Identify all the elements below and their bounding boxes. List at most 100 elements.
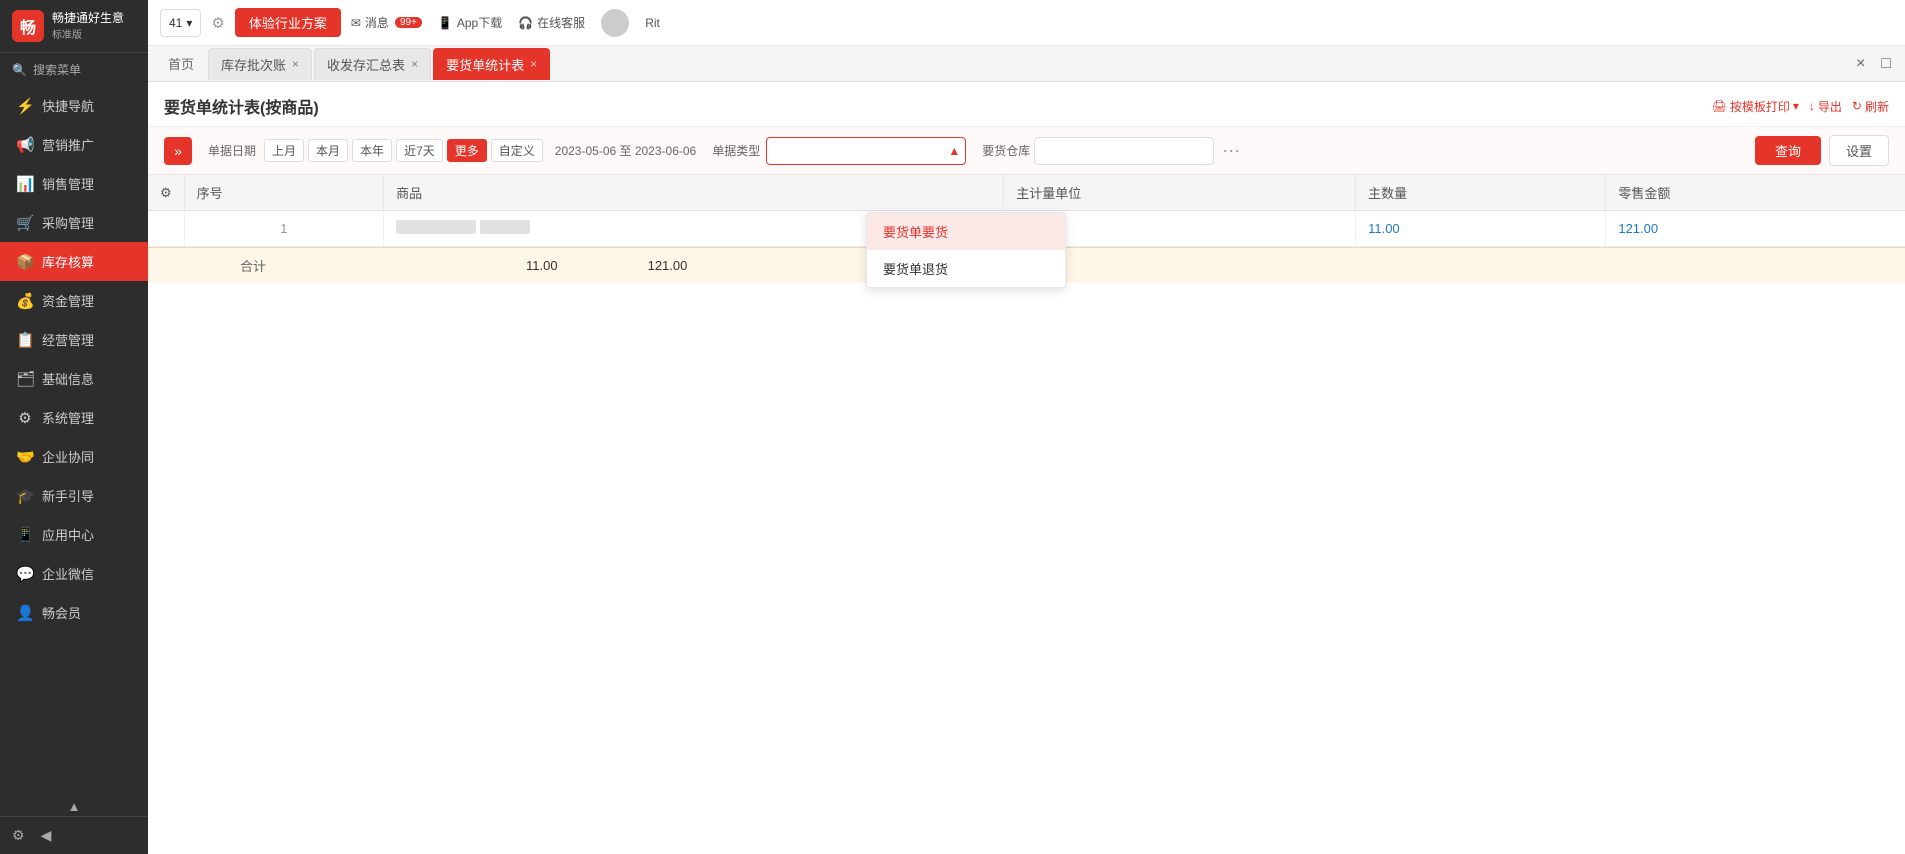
date-btn-3[interactable]: 近7天 — [396, 139, 443, 162]
refresh-icon: ↻ — [1852, 99, 1862, 113]
topbar-gear-icon[interactable]: ⚙ — [211, 14, 224, 32]
settings-button[interactable]: 设置 — [1829, 135, 1889, 166]
export-icon: ↓ — [1809, 99, 1815, 113]
collapse-icon[interactable]: ◀ — [41, 827, 52, 844]
settings-footer-icon[interactable]: ⚙ — [12, 827, 25, 844]
sidebar-item-label: 新手引导 — [42, 486, 94, 505]
type-select-wrap: ▲ — [766, 137, 966, 165]
close-all-tabs-button[interactable]: × — [1850, 53, 1871, 75]
type-select-input[interactable] — [766, 137, 966, 165]
sidebar-item-label: 资金管理 — [42, 291, 94, 310]
topbar: 41 ▾ ⚙ 体验行业方案 ✉ 消息 99+ 📱 App下载 🎧 在线客服 Ri… — [148, 0, 1905, 46]
refresh-button[interactable]: ↻ 刷新 — [1852, 98, 1889, 115]
tab-inventory-batch[interactable]: 库存批次账 × — [208, 48, 312, 80]
sidebar-item-label: 经营管理 — [42, 330, 94, 349]
app-subtitle: 标准版 — [52, 26, 124, 41]
sidebar-item-marketing[interactable]: 📢营销推广 — [0, 125, 148, 164]
dropdown-item-purchase-return[interactable]: 要货单退货 — [867, 250, 1065, 287]
query-button[interactable]: 查询 — [1755, 136, 1821, 165]
date-btn-1[interactable]: 本月 — [308, 139, 348, 162]
sidebar-item-member[interactable]: 👤畅会员 — [0, 593, 148, 632]
tab-receive-summary[interactable]: 收发存汇总表× — [314, 48, 431, 80]
app-download-item[interactable]: 📱 App下载 — [438, 14, 502, 31]
filter-actions: 查询 设置 — [1755, 135, 1889, 166]
sidebar-item-app-center[interactable]: 📱应用中心 — [0, 515, 148, 554]
date-btn-2[interactable]: 本年 — [352, 139, 392, 162]
sidebar-item-enterprise[interactable]: 🤝 企业协同 — [0, 437, 148, 476]
sidebar-item-quick-nav[interactable]: ⚡快捷导航 — [0, 86, 148, 125]
more-filters-icon[interactable]: ··· — [1218, 140, 1244, 161]
td-quantity-0[interactable]: 11.00 — [1356, 211, 1606, 247]
th-product: 商品 — [384, 175, 1004, 211]
print-button[interactable]: 🖨 按模板打印 ▾ — [1712, 98, 1799, 115]
tab-order-stats[interactable]: 要货单统计表 × — [433, 48, 550, 80]
app-logo: 畅 — [12, 10, 44, 42]
guide-icon: 🎓 — [16, 487, 34, 505]
online-service-item[interactable]: 🎧 在线客服 — [518, 14, 585, 31]
sidebar-item-basic[interactable]: 🗂基础信息 — [0, 359, 148, 398]
th-num: 序号 — [184, 175, 383, 211]
sidebar-item-sales[interactable]: 📊销售管理 — [0, 164, 148, 203]
org-chevron-icon: ▾ — [186, 16, 192, 30]
sidebar-item-label: 企业协同 — [42, 447, 94, 466]
app-download-label: App下载 — [457, 14, 502, 31]
app-title: 畅捷通好生意 — [52, 11, 124, 27]
export-label: 导出 — [1818, 98, 1842, 115]
sidebar-item-guide[interactable]: 🎓 新手引导 — [0, 476, 148, 515]
sidebar-footer: ⚙ ◀ — [0, 816, 148, 854]
sidebar-item-operation[interactable]: 📋经营管理 — [0, 320, 148, 359]
sidebar-nav: ⚡快捷导航📢营销推广📊销售管理🛒采购管理📦库存核算💰资金管理📋经营管理🗂基础信息… — [0, 86, 148, 797]
page-content: 要货单统计表(按商品) 🖨 按模板打印 ▾ ↓ 导出 ↻ 刷新 » — [148, 82, 1905, 854]
sidebar-item-purchase[interactable]: 🛒采购管理 — [0, 203, 148, 242]
tab-label-order-stats: 要货单统计表 — [446, 55, 524, 74]
type-filter-group: 单据类型 ▲ — [712, 137, 966, 165]
warehouse-input[interactable] — [1034, 137, 1214, 165]
user-avatar[interactable] — [601, 9, 629, 37]
sidebar-item-label: 企业微信 — [42, 564, 94, 583]
org-selector[interactable]: 41 ▾ — [160, 9, 201, 37]
print-label: 按模板打印 — [1730, 98, 1790, 115]
user-name: Rit — [645, 16, 660, 30]
filter-expand-button[interactable]: » — [164, 137, 192, 165]
enterprise-icon: 🤝 — [16, 448, 34, 466]
sidebar-item-finance[interactable]: 💰资金管理 — [0, 281, 148, 320]
td-amount-0[interactable]: 121.00 — [1606, 211, 1905, 247]
search-menu-label: 搜索菜单 — [33, 61, 81, 78]
tab-close-order-stats[interactable]: × — [530, 57, 537, 71]
expand-tabs-button[interactable]: □ — [1875, 53, 1897, 75]
td-gear-0 — [148, 211, 184, 247]
basic-icon: 🗂 — [16, 370, 34, 388]
sales-icon: 📊 — [16, 175, 34, 193]
print-chevron-icon: ▾ — [1793, 99, 1799, 113]
sidebar-item-inventory[interactable]: 📦库存核算 — [0, 242, 148, 281]
warehouse-filter-group: 要货仓库 ··· — [982, 137, 1244, 165]
messages-item[interactable]: ✉ 消息 99+ — [351, 14, 422, 31]
tab-home[interactable]: 首页 — [156, 48, 206, 80]
trial-button[interactable]: 体验行业方案 — [235, 8, 341, 37]
tab-label-inventory-batch: 库存批次账 — [221, 55, 286, 74]
type-filter-label: 单据类型 — [712, 142, 760, 159]
sidebar-scroll-up[interactable]: ▲ — [0, 797, 148, 816]
th-settings: ⚙ — [148, 175, 184, 211]
td-num-0: 1 — [184, 211, 383, 247]
date-filter-group: 单据日期 上月本月本年近7天更多自定义 2023-05-06 至 2023-06… — [208, 139, 696, 162]
date-btn-4[interactable]: 更多 — [447, 139, 487, 162]
tab-close-receive-summary[interactable]: × — [411, 57, 418, 71]
tab-close-inventory-batch[interactable]: × — [292, 57, 299, 71]
dropdown-item-purchase-order[interactable]: 要货单要货 — [867, 213, 1065, 250]
search-menu[interactable]: 🔍 搜索菜单 — [0, 53, 148, 86]
date-btn-0[interactable]: 上月 — [264, 139, 304, 162]
headset-icon: 🎧 — [518, 16, 533, 30]
sidebar-item-system[interactable]: ⚙系统管理 — [0, 398, 148, 437]
export-button[interactable]: ↓ 导出 — [1809, 98, 1842, 115]
date-btn-5[interactable]: 自定义 — [491, 139, 543, 162]
sidebar-item-label: 库存核算 — [42, 252, 94, 271]
date-range-text: 2023-05-06 至 2023-06-06 — [555, 142, 696, 159]
sidebar-item-label: 系统管理 — [42, 408, 94, 427]
product-blur2 — [480, 220, 530, 234]
refresh-label: 刷新 — [1865, 98, 1889, 115]
app-center-icon: 📱 — [16, 526, 34, 544]
sidebar-item-wechat[interactable]: 💬企业微信 — [0, 554, 148, 593]
th-unit: 主计量单位 — [1004, 175, 1356, 211]
page-header-actions: 🖨 按模板打印 ▾ ↓ 导出 ↻ 刷新 — [1712, 98, 1889, 115]
